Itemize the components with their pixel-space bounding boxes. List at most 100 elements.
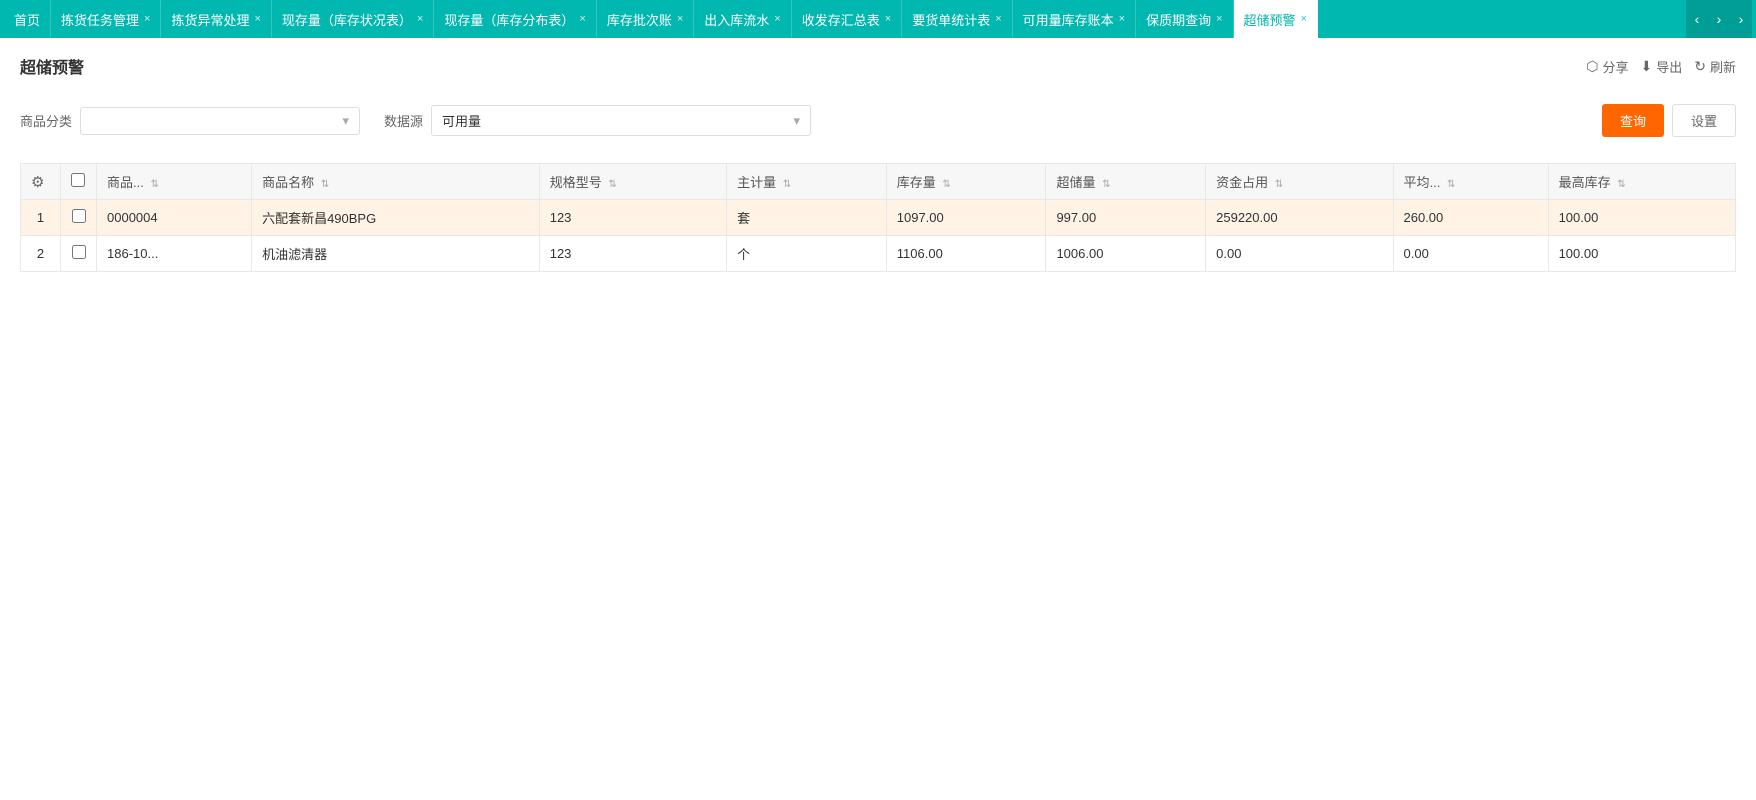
sort-icon: ⇅	[1275, 179, 1283, 190]
refresh-icon: ↻	[1694, 58, 1706, 75]
row-unit: 套	[727, 200, 887, 236]
header-row: ⚙ 商品... ⇅ 商品名称 ⇅ 规格型号 ⇅ 主计量	[21, 164, 1736, 200]
gear-icon[interactable]: ⚙	[31, 174, 44, 191]
row-spec: 123	[539, 236, 726, 272]
col-capital-header[interactable]: 资金占用 ⇅	[1206, 164, 1393, 200]
col-name-header[interactable]: 商品名称 ⇅	[252, 164, 540, 200]
nav-home[interactable]: 首页	[4, 0, 51, 38]
row-check[interactable]	[61, 236, 97, 272]
close-icon[interactable]: ×	[774, 13, 780, 25]
sort-icon: ⇅	[1617, 179, 1625, 190]
datasource-select[interactable]: 可用量 ▾	[431, 105, 811, 136]
query-button[interactable]: 查询	[1602, 104, 1664, 137]
col-max-header[interactable]: 最高库存 ⇅	[1548, 164, 1735, 200]
export-link[interactable]: ⬇ 导出	[1641, 57, 1683, 76]
row-max: 100.00	[1548, 236, 1735, 272]
nav-summary[interactable]: 收发存汇总表 ×	[792, 0, 902, 38]
select-all-checkbox[interactable]	[71, 173, 85, 187]
nav-next-button[interactable]: ›	[1708, 0, 1730, 38]
sort-icon: ⇅	[1447, 179, 1455, 190]
row-stock: 1097.00	[886, 200, 1046, 236]
row-name: 六配套新昌490BPG	[252, 200, 540, 236]
col-check	[61, 164, 97, 200]
row-name: 机油滤清器	[252, 236, 540, 272]
chevron-down-icon: ▾	[342, 113, 349, 129]
close-icon[interactable]: ×	[885, 13, 891, 25]
category-label: 商品分类	[20, 111, 72, 130]
page-header: 超储预警 ⬡ 分享 ⬇ 导出 ↻ 刷新	[20, 54, 1736, 78]
nav-extra-button[interactable]: ›	[1730, 0, 1752, 38]
nav-pick-task[interactable]: 拣货任务管理 ×	[51, 0, 161, 38]
row-index: 1	[21, 200, 61, 236]
sort-icon: ⇅	[1102, 179, 1110, 190]
category-select[interactable]: ▾	[80, 107, 360, 135]
table-header: ⚙ 商品... ⇅ 商品名称 ⇅ 规格型号 ⇅ 主计量	[21, 164, 1736, 200]
close-icon[interactable]: ×	[417, 13, 423, 25]
row-code: 186-10...	[97, 236, 252, 272]
row-capital: 0.00	[1206, 236, 1393, 272]
page-title: 超储预警	[20, 54, 84, 78]
chevron-down-icon: ▾	[794, 113, 801, 129]
datasource-filter-group: 数据源 可用量 ▾	[384, 105, 811, 136]
nav-available-stock[interactable]: 可用量库存账本 ×	[1013, 0, 1136, 38]
close-icon[interactable]: ×	[1119, 13, 1125, 25]
refresh-link[interactable]: ↻ 刷新	[1694, 57, 1736, 76]
row-avg: 0.00	[1393, 236, 1548, 272]
row-avg: 260.00	[1393, 200, 1548, 236]
row-check[interactable]	[61, 200, 97, 236]
nav-requisition[interactable]: 要货单统计表 ×	[902, 0, 1012, 38]
close-icon[interactable]: ×	[1216, 13, 1222, 25]
col-code-header[interactable]: 商品... ⇅	[97, 164, 252, 200]
settings-button[interactable]: 设置	[1672, 104, 1736, 137]
filter-buttons: 查询 设置	[1602, 104, 1736, 137]
export-icon: ⬇	[1641, 58, 1653, 75]
close-icon[interactable]: ×	[995, 13, 1001, 25]
col-stock-header[interactable]: 库存量 ⇅	[886, 164, 1046, 200]
row-stock: 1106.00	[886, 236, 1046, 272]
col-settings: ⚙	[21, 164, 61, 200]
close-icon[interactable]: ×	[677, 13, 683, 25]
share-link[interactable]: ⬡ 分享	[1586, 57, 1628, 76]
share-icon: ⬡	[1586, 58, 1598, 75]
nav-overstock-warning[interactable]: 超储预警 ×	[1234, 0, 1318, 38]
close-icon[interactable]: ×	[579, 13, 585, 25]
row-checkbox[interactable]	[72, 209, 86, 223]
close-icon[interactable]: ×	[144, 13, 150, 25]
col-spec-header[interactable]: 规格型号 ⇅	[539, 164, 726, 200]
row-over: 997.00	[1046, 200, 1206, 236]
header-actions: ⬡ 分享 ⬇ 导出 ↻ 刷新	[1586, 57, 1736, 76]
category-filter-group: 商品分类 ▾	[20, 107, 360, 135]
sort-icon: ⇅	[150, 179, 158, 190]
col-over-header[interactable]: 超储量 ⇅	[1046, 164, 1206, 200]
col-unit-header[interactable]: 主计量 ⇅	[727, 164, 887, 200]
close-icon[interactable]: ×	[254, 13, 260, 25]
sort-icon: ⇅	[608, 179, 616, 190]
row-checkbox[interactable]	[72, 245, 86, 259]
nav-prev-button[interactable]: ‹	[1686, 0, 1708, 38]
page-content: 超储预警 ⬡ 分享 ⬇ 导出 ↻ 刷新 商品分类 ▾ 数据源	[0, 38, 1756, 800]
row-code: 0000004	[97, 200, 252, 236]
datasource-label: 数据源	[384, 111, 423, 130]
data-table: ⚙ 商品... ⇅ 商品名称 ⇅ 规格型号 ⇅ 主计量	[20, 163, 1736, 272]
nav-stock-dist[interactable]: 现存量（库存分布表） ×	[434, 0, 596, 38]
row-unit: 个	[727, 236, 887, 272]
filter-area: 商品分类 ▾ 数据源 可用量 ▾ 查询 设置	[20, 94, 1736, 147]
nav-arrows: ‹ › ›	[1686, 0, 1752, 38]
row-capital: 259220.00	[1206, 200, 1393, 236]
row-max: 100.00	[1548, 200, 1735, 236]
table-row: 2 186-10... 机油滤清器 123 个 1106.00 1006.00 …	[21, 236, 1736, 272]
sort-icon: ⇅	[783, 179, 791, 190]
table-row: 1 0000004 六配套新昌490BPG 123 套 1097.00 997.…	[21, 200, 1736, 236]
close-icon[interactable]: ×	[1301, 13, 1307, 25]
sort-icon: ⇅	[321, 179, 329, 190]
nav-inout-flow[interactable]: 出入库流水 ×	[694, 0, 791, 38]
row-spec: 123	[539, 200, 726, 236]
col-avg-header[interactable]: 平均... ⇅	[1393, 164, 1548, 200]
top-nav: 首页 拣货任务管理 × 拣货异常处理 × 现存量（库存状况表） × 现存量（库存…	[0, 0, 1756, 38]
nav-stock-batch[interactable]: 库存批次账 ×	[597, 0, 694, 38]
nav-pick-exception[interactable]: 拣货异常处理 ×	[161, 0, 271, 38]
nav-quality-period[interactable]: 保质期查询 ×	[1136, 0, 1233, 38]
sort-icon: ⇅	[942, 179, 950, 190]
nav-stock-status[interactable]: 现存量（库存状况表） ×	[272, 0, 434, 38]
row-index: 2	[21, 236, 61, 272]
